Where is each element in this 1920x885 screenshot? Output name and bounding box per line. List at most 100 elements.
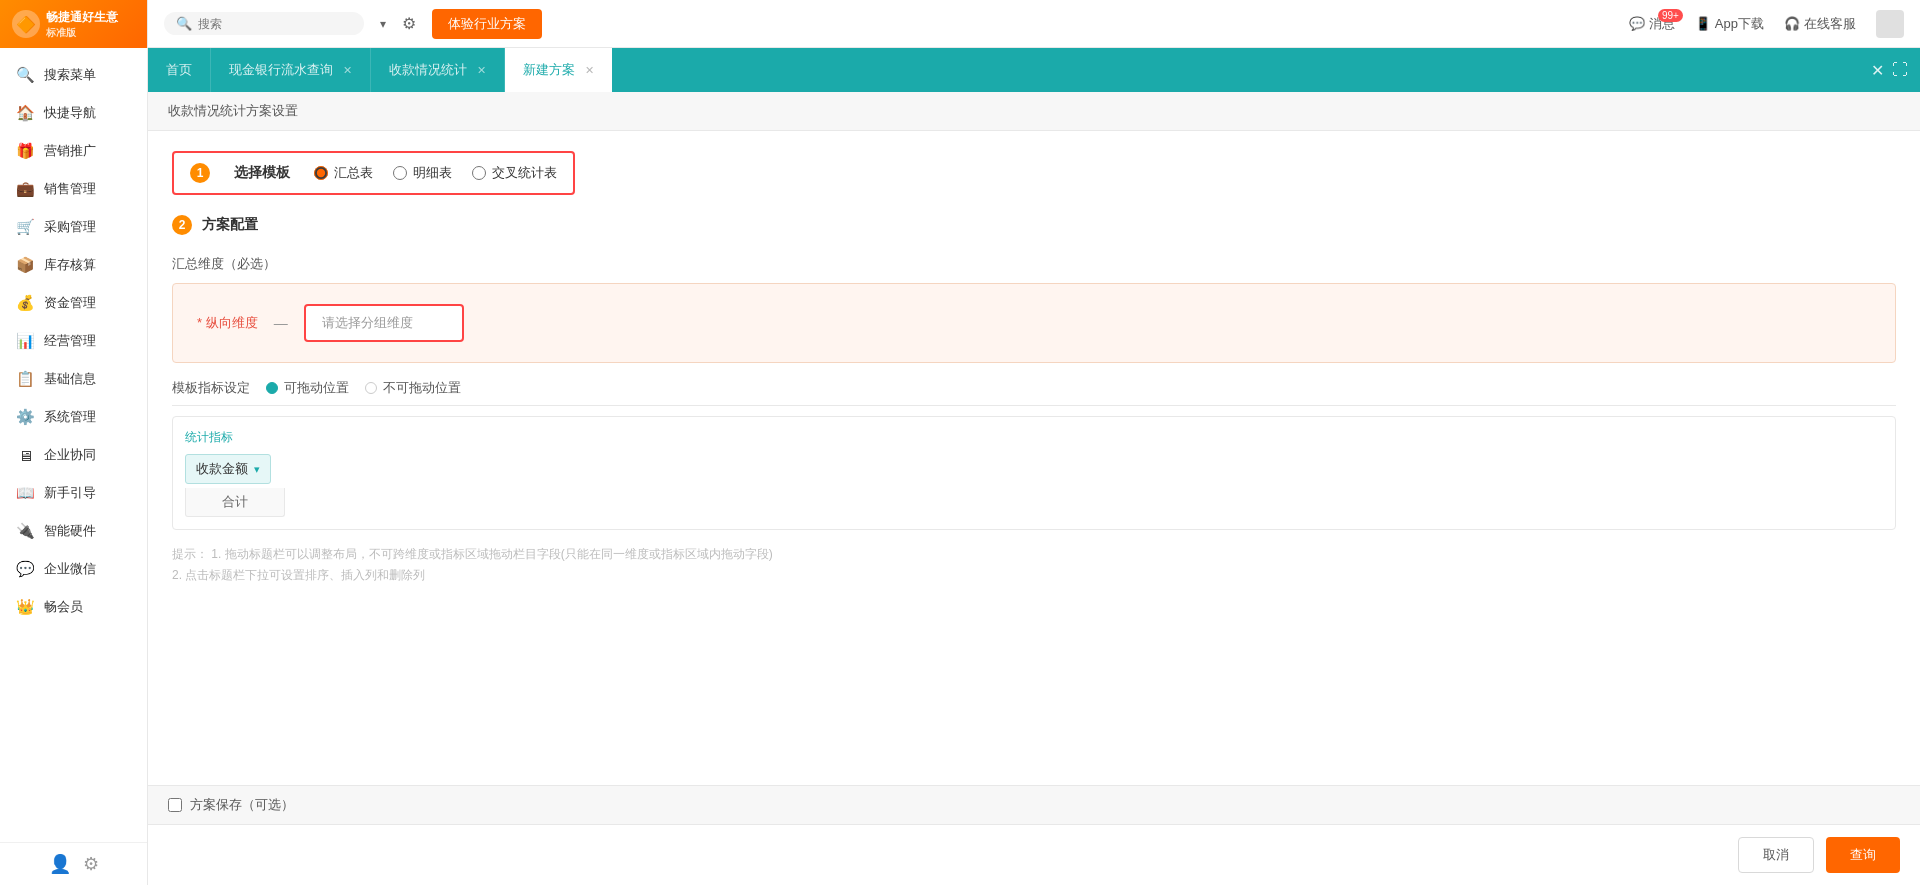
radio-summary[interactable]: 汇总表 bbox=[314, 164, 373, 182]
form-container: 1 选择模板 汇总表 明细表 bbox=[148, 131, 1920, 785]
dimension-area: 纵向维度 — 请选择分组维度 bbox=[172, 283, 1896, 363]
logo: 🔶 畅捷通好生意 标准版 bbox=[0, 0, 147, 48]
radio-crosstab-input[interactable] bbox=[472, 166, 486, 180]
sidebar-item-label: 企业协同 bbox=[44, 446, 96, 464]
tab-bank-flow[interactable]: 现金银行流水查询 ✕ bbox=[211, 48, 371, 92]
sidebar-item-search[interactable]: 🔍 搜索菜单 bbox=[0, 56, 147, 94]
dropdown-icon[interactable]: ▾ bbox=[380, 17, 386, 31]
radio-crosstab[interactable]: 交叉统计表 bbox=[472, 164, 557, 182]
radio-detail[interactable]: 明细表 bbox=[393, 164, 452, 182]
sidebar-item-label: 采购管理 bbox=[44, 218, 96, 236]
list-icon: 📋 bbox=[16, 370, 34, 388]
sidebar-item-enterprise-coop[interactable]: 🖥 企业协同 bbox=[0, 436, 147, 474]
tab-home-label: 首页 bbox=[166, 61, 192, 79]
dimension-row: 纵向维度 — 请选择分组维度 bbox=[197, 304, 1871, 342]
tab-home[interactable]: 首页 bbox=[148, 48, 211, 92]
search-menu-icon: 🔍 bbox=[16, 66, 34, 84]
tips-section: 提示： 1. 拖动标题栏可以调整布局，不可跨维度或指标区域拖动栏目字段(只能在同… bbox=[172, 530, 1896, 604]
sidebar-item-label: 新手引导 bbox=[44, 484, 96, 502]
plug-icon: 🔌 bbox=[16, 522, 34, 540]
sidebar-bottom: 👤 ⚙ bbox=[0, 842, 147, 885]
book-icon: 📖 bbox=[16, 484, 34, 502]
footer-save: 方案保存（可选） bbox=[148, 785, 1920, 824]
sidebar-item-label: 库存核算 bbox=[44, 256, 96, 274]
sidebar-item-purchase[interactable]: 🛒 采购管理 bbox=[0, 208, 147, 246]
cart-icon: 🛒 bbox=[16, 218, 34, 236]
sidebar-item-wechat[interactable]: 💬 企业微信 bbox=[0, 550, 147, 588]
vertical-dimension-label: 纵向维度 bbox=[197, 314, 258, 332]
tab-actions: ✕ ⛶ bbox=[1871, 61, 1920, 80]
radio-summary-input[interactable] bbox=[314, 166, 328, 180]
sidebar: 🔶 畅捷通好生意 标准版 🔍 搜索菜单 🏠 快捷导航 🎁 营销推广 💼 销售管理… bbox=[0, 0, 148, 885]
sidebar-item-marketing[interactable]: 🎁 营销推广 bbox=[0, 132, 147, 170]
stats-group-label: 统计指标 bbox=[185, 429, 1883, 446]
tab-new-scheme[interactable]: 新建方案 ✕ bbox=[505, 48, 612, 92]
sidebar-item-base-info[interactable]: 📋 基础信息 bbox=[0, 360, 147, 398]
tabbar: 首页 现金银行流水查询 ✕ 收款情况统计 ✕ 新建方案 ✕ ✕ ⛶ bbox=[148, 48, 1920, 92]
radio-detail-input[interactable] bbox=[393, 166, 407, 180]
topbar-search-box[interactable]: 🔍 bbox=[164, 12, 364, 35]
step1-badge: 1 bbox=[190, 163, 210, 183]
sidebar-item-guide[interactable]: 📖 新手引导 bbox=[0, 474, 147, 512]
sidebar-user-icon[interactable]: 👤 bbox=[49, 853, 71, 875]
tab-bank-flow-close[interactable]: ✕ bbox=[343, 64, 352, 77]
tab-expand-icon[interactable]: ⛶ bbox=[1892, 61, 1908, 79]
tab-close-icon[interactable]: ✕ bbox=[1871, 61, 1884, 80]
save-checkbox-input[interactable] bbox=[168, 798, 182, 812]
briefcase-icon: 💼 bbox=[16, 180, 34, 198]
tab-new-scheme-close[interactable]: ✕ bbox=[585, 64, 594, 77]
user-avatar[interactable] bbox=[1876, 10, 1904, 38]
non-draggable-indicator: 不可拖动位置 bbox=[365, 379, 461, 397]
step2-header: 2 方案配置 bbox=[172, 215, 1896, 235]
settings-icon[interactable]: ⚙ bbox=[402, 14, 416, 33]
sidebar-item-label: 系统管理 bbox=[44, 408, 96, 426]
sidebar-item-label: 搜索菜单 bbox=[44, 66, 96, 84]
trial-button[interactable]: 体验行业方案 bbox=[432, 9, 542, 39]
save-checkbox-label[interactable]: 方案保存（可选） bbox=[168, 796, 294, 814]
sidebar-item-sales[interactable]: 💼 销售管理 bbox=[0, 170, 147, 208]
money-icon: 💰 bbox=[16, 294, 34, 312]
support-label: 在线客服 bbox=[1804, 15, 1856, 33]
sidebar-item-inventory[interactable]: 📦 库存核算 bbox=[0, 246, 147, 284]
tab-receipt-stats[interactable]: 收款情况统计 ✕ bbox=[371, 48, 505, 92]
cancel-button[interactable]: 取消 bbox=[1738, 837, 1814, 873]
crown-icon: 👑 bbox=[16, 598, 34, 616]
topbar: 🔍 ▾ ⚙ 体验行业方案 💬 消息 99+ 📱 App下载 🎧 在线客服 bbox=[148, 0, 1920, 48]
step2-badge: 2 bbox=[172, 215, 192, 235]
step2-section: 2 方案配置 汇总维度（必选） 纵向维度 — 请选择分组维度 bbox=[172, 215, 1896, 604]
sidebar-item-operation[interactable]: 📊 经营管理 bbox=[0, 322, 147, 360]
query-button[interactable]: 查询 bbox=[1826, 837, 1900, 873]
metric-chevron-icon: ▾ bbox=[254, 463, 260, 476]
draggable-label: 可拖动位置 bbox=[284, 379, 349, 397]
sidebar-item-label: 经营管理 bbox=[44, 332, 96, 350]
gear-icon: ⚙️ bbox=[16, 408, 34, 426]
download-button[interactable]: 📱 App下载 bbox=[1695, 15, 1764, 33]
tab-receipt-stats-close[interactable]: ✕ bbox=[477, 64, 486, 77]
chat-icon: 💬 bbox=[16, 560, 34, 578]
page-title: 收款情况统计方案设置 bbox=[148, 92, 1920, 131]
template-radio-group: 汇总表 明细表 交叉统计表 bbox=[314, 164, 557, 182]
sidebar-item-system[interactable]: ⚙️ 系统管理 bbox=[0, 398, 147, 436]
metrics-area: 统计指标 收款金额 ▾ 合计 bbox=[172, 416, 1896, 530]
download-icon: 📱 bbox=[1695, 16, 1711, 31]
dimension-select[interactable]: 请选择分组维度 bbox=[304, 304, 464, 342]
search-input[interactable] bbox=[198, 17, 338, 31]
sidebar-item-label: 智能硬件 bbox=[44, 522, 96, 540]
sidebar-item-label: 畅会员 bbox=[44, 598, 83, 616]
metrics-title: 模板指标设定 bbox=[172, 379, 250, 397]
sidebar-item-label: 企业微信 bbox=[44, 560, 96, 578]
sidebar-item-smart-hardware[interactable]: 🔌 智能硬件 bbox=[0, 512, 147, 550]
config-section: 汇总维度（必选） 纵向维度 — 请选择分组维度 模板指标设定 bbox=[172, 255, 1896, 604]
tip-1: 提示： 1. 拖动标题栏可以调整布局，不可跨维度或指标区域拖动栏目字段(只能在同… bbox=[172, 546, 1896, 563]
draggable-indicator: 可拖动位置 bbox=[266, 379, 349, 397]
radio-summary-label: 汇总表 bbox=[334, 164, 373, 182]
sidebar-settings-icon[interactable]: ⚙ bbox=[83, 853, 99, 875]
metrics-header: 模板指标设定 可拖动位置 不可拖动位置 bbox=[172, 379, 1896, 406]
drag-dot-active bbox=[266, 382, 278, 394]
support-button[interactable]: 🎧 在线客服 bbox=[1784, 15, 1856, 33]
sidebar-item-quick-nav[interactable]: 🏠 快捷导航 bbox=[0, 94, 147, 132]
sidebar-item-funds[interactable]: 💰 资金管理 bbox=[0, 284, 147, 322]
sidebar-item-member[interactable]: 👑 畅会员 bbox=[0, 588, 147, 626]
metric-tag-receipts[interactable]: 收款金额 ▾ bbox=[185, 454, 271, 484]
message-button[interactable]: 💬 消息 99+ bbox=[1629, 15, 1675, 33]
